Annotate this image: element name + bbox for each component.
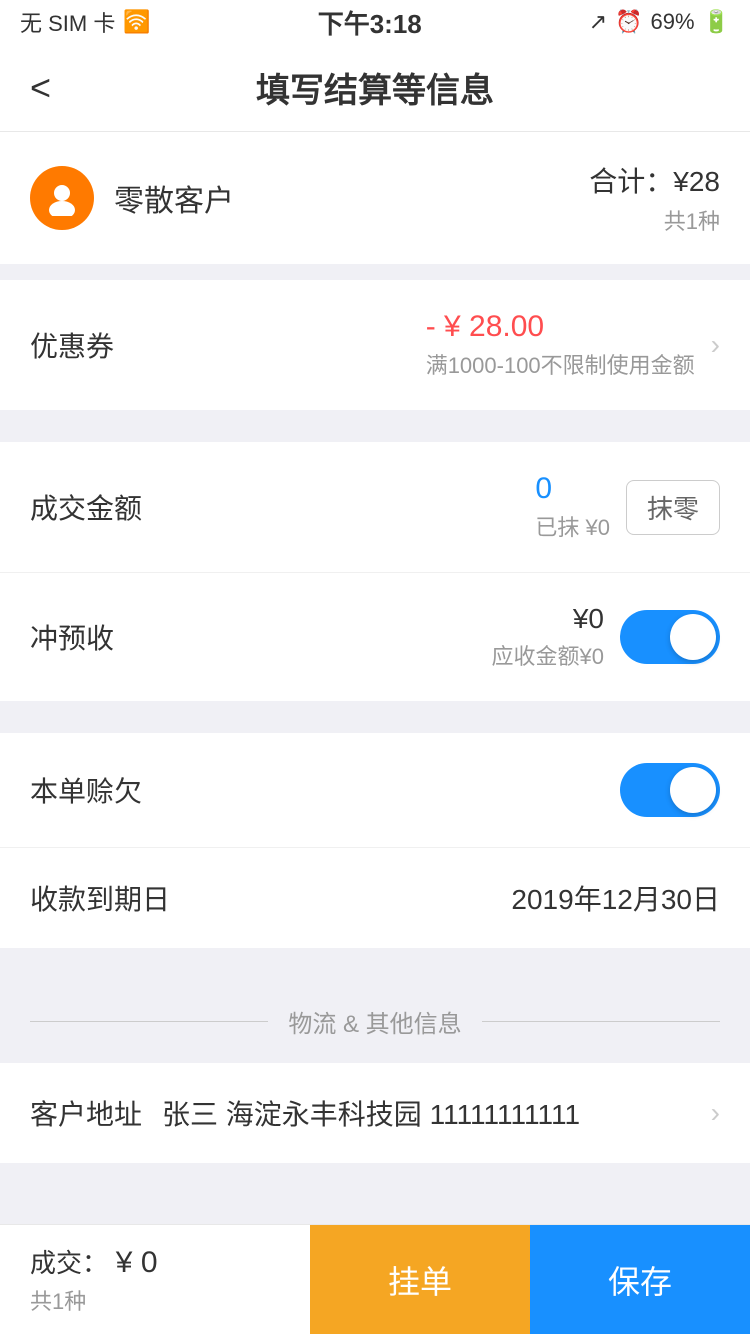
battery-icon: 🔋 [703, 9, 730, 35]
trade-card: 成交金额 0 已抹 ¥0 抹零 冲预收 ¥0 应收金额¥0 [0, 442, 750, 701]
coupon-right: - ¥ 28.00 满1000-100不限制使用金额 › [426, 310, 720, 380]
coupon-subtext: 满1000-100不限制使用金额 [426, 348, 695, 380]
prepayment-sub: 应收金额¥0 [492, 639, 604, 671]
bottom-info: 成交： ¥ 0 共1种 [0, 1243, 310, 1316]
round-zero-button[interactable]: 抹零 [626, 480, 720, 535]
customer-total: 合计：¥28 [589, 160, 720, 200]
debt-right [620, 763, 720, 817]
due-date-row: 收款到期日 2019年12月30日 [0, 848, 750, 948]
status-left: 无 SIM 卡 🛜 [20, 6, 151, 38]
debt-row: 本单赊欠 [0, 733, 750, 848]
section-gap-3 [0, 964, 750, 980]
debt-label: 本单赊欠 [30, 770, 142, 810]
trade-amount-sub: 已抹 ¥0 [535, 510, 610, 542]
section-gap-2 [0, 717, 750, 733]
save-button[interactable]: 保存 [530, 1225, 750, 1334]
divider-line-left [30, 1021, 268, 1022]
address-label: 客户地址 [30, 1093, 142, 1133]
section-gap-1 [0, 426, 750, 442]
bottom-count: 共1种 [30, 1284, 280, 1316]
address-value: 张三 海淀永丰科技园 11111111111 [162, 1093, 711, 1133]
divider-text: 物流 & 其他信息 [288, 1004, 461, 1039]
page-title: 填写结算等信息 [256, 63, 494, 112]
back-button[interactable]: < [30, 67, 51, 109]
prepayment-toggle[interactable] [620, 610, 720, 664]
status-time: 下午3:18 [318, 4, 422, 41]
prepayment-right: ¥0 应收金额¥0 [492, 603, 720, 671]
nav-bar: < 填写结算等信息 [0, 44, 750, 132]
coupon-chevron-icon: › [711, 329, 720, 361]
coupon-label: 优惠券 [30, 325, 114, 365]
prepayment-label: 冲预收 [30, 617, 114, 657]
trade-amount-right: 0 已抹 ¥0 抹零 [535, 472, 720, 542]
status-right: ↗ ⏰ 69% 🔋 [589, 9, 730, 35]
trade-amount-row: 成交金额 0 已抹 ¥0 抹零 [0, 442, 750, 573]
prepayment-value: ¥0 [492, 603, 604, 635]
trade-amount-value: 0 [535, 472, 610, 506]
debt-card: 本单赊欠 收款到期日 2019年12月30日 [0, 733, 750, 948]
prepayment-row: 冲预收 ¥0 应收金额¥0 [0, 573, 750, 701]
customer-row: 零散客户 合计：¥28 共1种 [0, 132, 750, 264]
pending-button[interactable]: 挂单 [310, 1225, 530, 1334]
trade-amount-label: 成交金额 [30, 487, 142, 527]
bottom-trade-value: ¥ 0 [116, 1246, 158, 1279]
address-chevron-icon: › [711, 1097, 720, 1129]
customer-left: 零散客户 [30, 166, 234, 230]
trade-amount-values: 0 已抹 ¥0 [535, 472, 610, 542]
content: 零散客户 合计：¥28 共1种 优惠券 - ¥ 28.00 满1000-100不… [0, 132, 750, 1299]
coupon-value: - ¥ 28.00 [426, 310, 695, 344]
prepayment-values: ¥0 应收金额¥0 [492, 603, 604, 671]
prepayment-toggle-knob [670, 614, 716, 660]
avatar [30, 166, 94, 230]
bottom-trade-line: 成交： ¥ 0 [30, 1243, 280, 1280]
location-icon: ↗ [589, 9, 607, 35]
debt-toggle[interactable] [620, 763, 720, 817]
alarm-icon: ⏰ [615, 9, 642, 35]
wifi-icon: 🛜 [123, 9, 150, 35]
due-date-label: 收款到期日 [30, 878, 170, 918]
customer-name: 零散客户 [114, 176, 234, 220]
address-row[interactable]: 客户地址 张三 海淀永丰科技园 11111111111 › [0, 1063, 750, 1163]
customer-right: 合计：¥28 共1种 [589, 160, 720, 236]
address-card: 客户地址 张三 海淀永丰科技园 11111111111 › [0, 1063, 750, 1163]
coupon-row[interactable]: 优惠券 - ¥ 28.00 满1000-100不限制使用金额 › [0, 280, 750, 410]
no-sim-text: 无 SIM 卡 [20, 6, 115, 38]
divider-line-right [482, 1021, 720, 1022]
status-bar: 无 SIM 卡 🛜 下午3:18 ↗ ⏰ 69% 🔋 [0, 0, 750, 44]
battery-text: 69% [651, 9, 695, 35]
due-date-value: 2019年12月30日 [511, 878, 720, 918]
logistics-divider: 物流 & 其他信息 [0, 980, 750, 1063]
debt-toggle-knob [670, 767, 716, 813]
coupon-value-container: - ¥ 28.00 满1000-100不限制使用金额 [426, 310, 695, 380]
bottom-trade-label: 成交： [30, 1248, 108, 1278]
coupon-card: 优惠券 - ¥ 28.00 满1000-100不限制使用金额 › [0, 280, 750, 410]
bottom-bar: 成交： ¥ 0 共1种 挂单 保存 [0, 1224, 750, 1334]
customer-count: 共1种 [589, 204, 720, 236]
